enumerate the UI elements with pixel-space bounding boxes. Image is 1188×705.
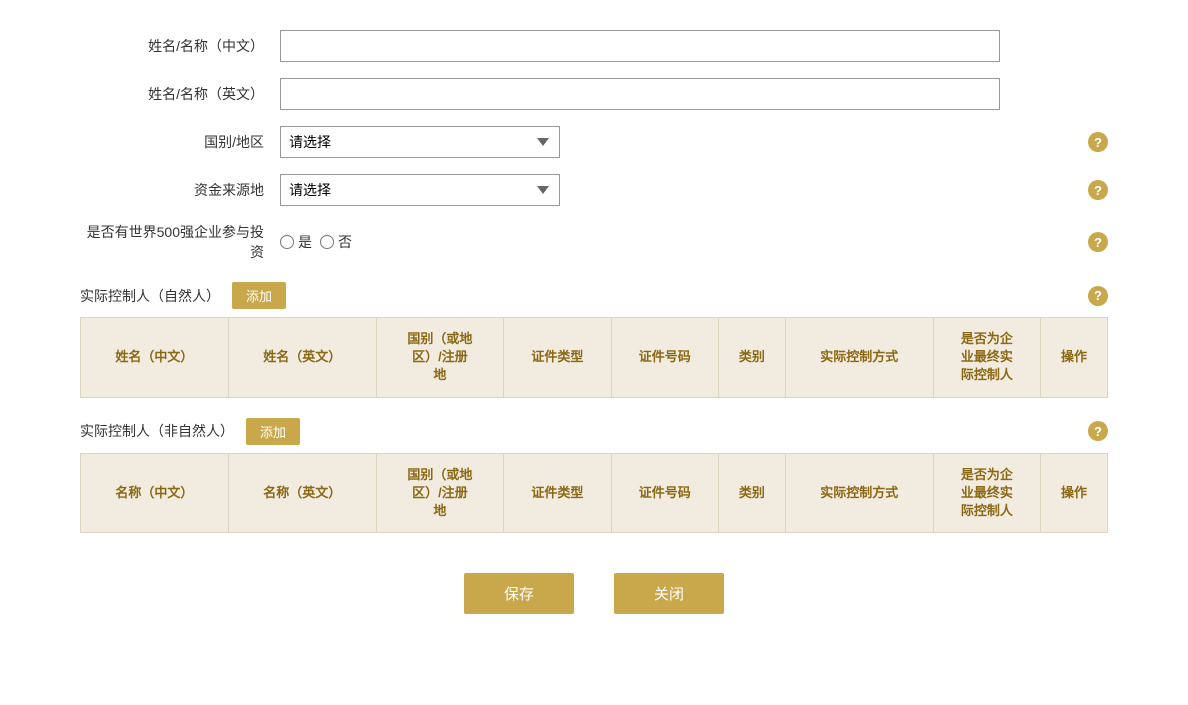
- fortune500-no-radio[interactable]: [320, 235, 334, 249]
- natural-col-country: 国别（或地区）/注册地: [376, 318, 504, 398]
- natural-col-control-method: 实际控制方式: [785, 318, 933, 398]
- fortune500-yes-radio[interactable]: [280, 235, 294, 249]
- non-natural-col-name-en: 名称（英文）: [228, 453, 376, 533]
- natural-section-title: 实际控制人（自然人）: [80, 286, 220, 306]
- non-natural-col-country: 国别（或地区）/注册地: [376, 453, 504, 533]
- natural-col-cert-type: 证件类型: [504, 318, 611, 398]
- fund-source-select[interactable]: 请选择: [280, 174, 560, 206]
- natural-table-header-row: 姓名（中文） 姓名（英文） 国别（或地区）/注册地 证件类型 证件号码 类别 实…: [81, 318, 1108, 398]
- fortune500-radio-group: 是 否: [280, 232, 352, 252]
- natural-col-ultimate-controller: 是否为企业最终实际控制人: [933, 318, 1040, 398]
- name-en-label: 姓名/名称（英文）: [80, 84, 280, 104]
- natural-col-name-en: 姓名（英文）: [228, 318, 376, 398]
- close-button[interactable]: 关闭: [614, 573, 724, 614]
- natural-col-name-cn: 姓名（中文）: [81, 318, 229, 398]
- natural-col-cert-no: 证件号码: [611, 318, 718, 398]
- bottom-buttons: 保存 关闭: [80, 573, 1108, 614]
- name-en-input[interactable]: [280, 78, 1000, 110]
- save-button[interactable]: 保存: [464, 573, 574, 614]
- non-natural-section-title: 实际控制人（非自然人）: [80, 421, 234, 441]
- non-natural-person-table: 名称（中文） 名称（英文） 国别（或地区）/注册地 证件类型 证件号码 类别 实…: [80, 453, 1108, 534]
- non-natural-add-button[interactable]: 添加: [246, 418, 300, 445]
- natural-col-operation: 操作: [1041, 318, 1108, 398]
- non-natural-col-control-method: 实际控制方式: [785, 453, 933, 533]
- natural-add-button[interactable]: 添加: [232, 282, 286, 309]
- non-natural-section-help-icon[interactable]: ?: [1088, 421, 1108, 441]
- fortune500-label: 是否有世界500强企业参与投资: [80, 222, 280, 262]
- non-natural-col-category: 类别: [718, 453, 785, 533]
- natural-person-table: 姓名（中文） 姓名（英文） 国别（或地区）/注册地 证件类型 证件号码 类别 实…: [80, 317, 1108, 398]
- fortune500-yes-label[interactable]: 是: [280, 232, 312, 252]
- fortune500-no-text: 否: [338, 232, 352, 252]
- country-help-icon[interactable]: ?: [1088, 132, 1108, 152]
- non-natural-table-header-row: 名称（中文） 名称（英文） 国别（或地区）/注册地 证件类型 证件号码 类别 实…: [81, 453, 1108, 533]
- non-natural-col-name-cn: 名称（中文）: [81, 453, 229, 533]
- non-natural-col-operation: 操作: [1041, 453, 1108, 533]
- fortune500-help-icon[interactable]: ?: [1088, 232, 1108, 252]
- fund-source-label: 资金来源地: [80, 180, 280, 200]
- fund-source-help-icon[interactable]: ?: [1088, 180, 1108, 200]
- fortune500-yes-text: 是: [298, 232, 312, 252]
- name-cn-input[interactable]: [280, 30, 1000, 62]
- natural-person-section: 实际控制人（自然人） 添加 ? 姓名（中文） 姓名（英文） 国别（或地区）/注册…: [80, 282, 1108, 398]
- non-natural-col-cert-no: 证件号码: [611, 453, 718, 533]
- non-natural-col-ultimate-controller: 是否为企业最终实际控制人: [933, 453, 1040, 533]
- natural-section-help-icon[interactable]: ?: [1088, 286, 1108, 306]
- non-natural-person-section: 实际控制人（非自然人） 添加 ? 名称（中文） 名称（英文） 国别（或地区）/注…: [80, 418, 1108, 534]
- name-cn-label: 姓名/名称（中文）: [80, 36, 280, 56]
- non-natural-col-cert-type: 证件类型: [504, 453, 611, 533]
- country-label: 国别/地区: [80, 132, 280, 152]
- fortune500-no-label[interactable]: 否: [320, 232, 352, 252]
- country-select[interactable]: 请选择: [280, 126, 560, 158]
- natural-col-category: 类别: [718, 318, 785, 398]
